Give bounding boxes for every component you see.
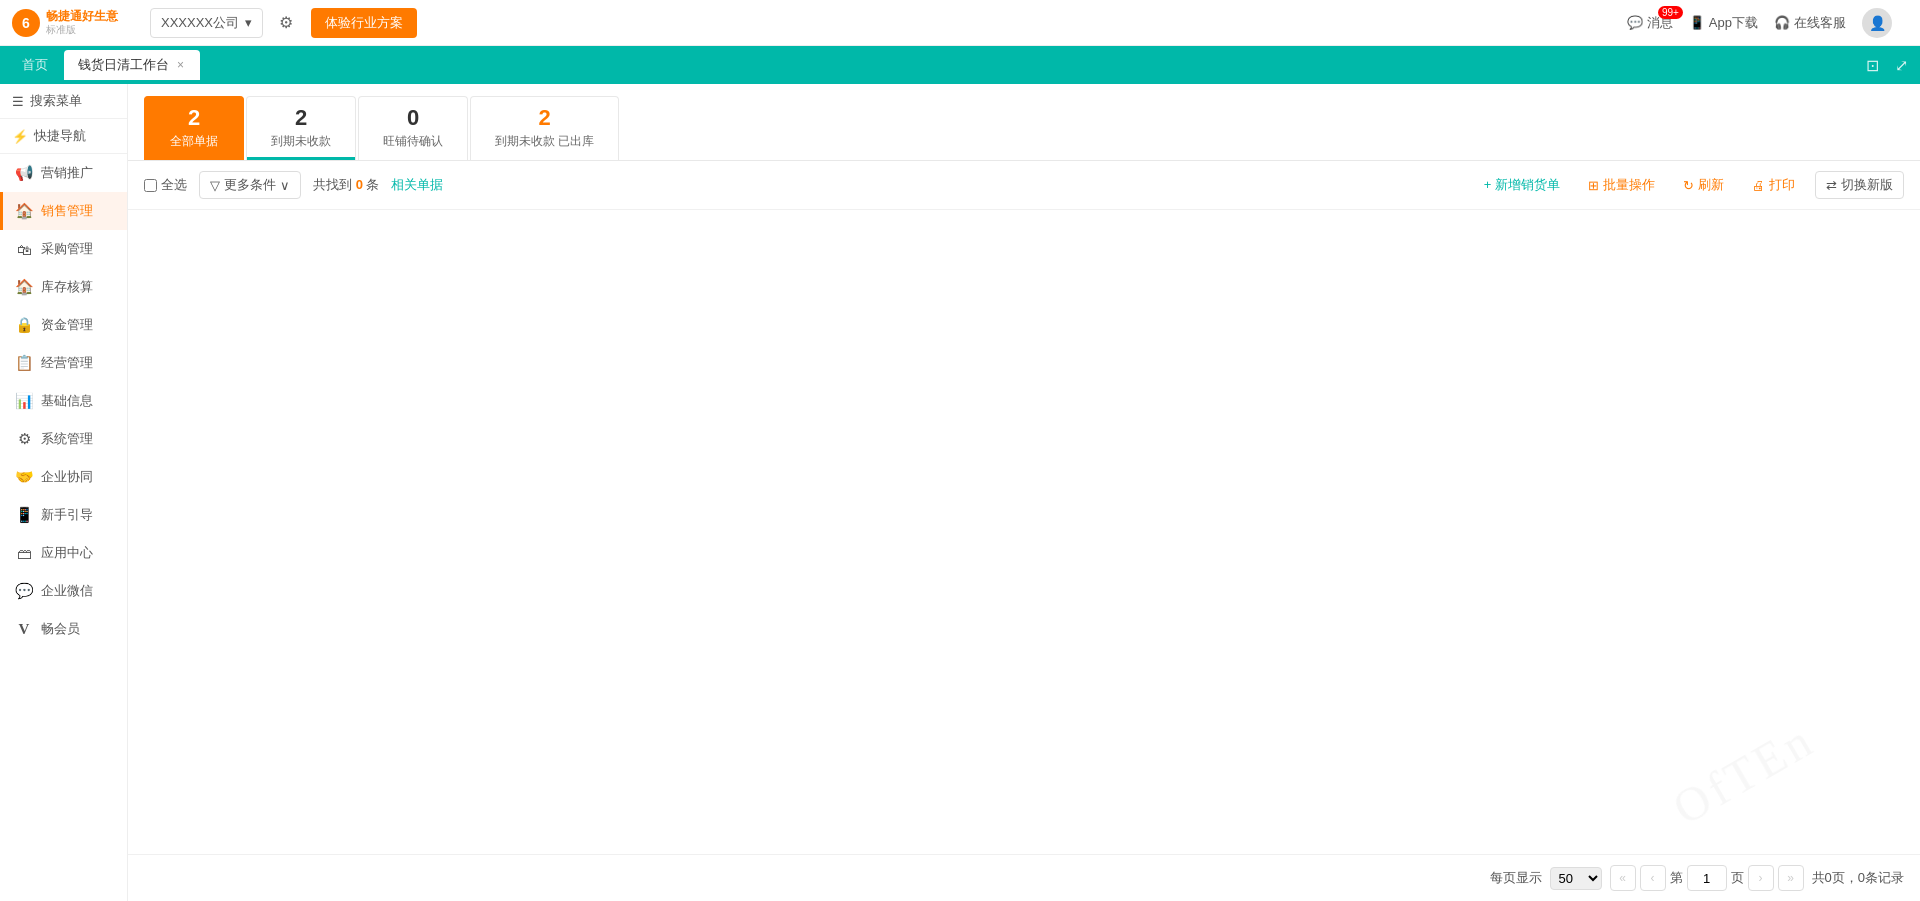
card-tab-all[interactable]: 2 全部单据 [144, 96, 244, 160]
sidebar-item-basic[interactable]: 📊 基础信息 [0, 382, 127, 420]
tab-home[interactable]: 首页 [8, 50, 62, 80]
finance-icon: 🔒 [15, 316, 33, 334]
top-header: 6 畅捷通好生意 标准版 XXXXXX公司 ▾ ⚙ 体验行业方案 💬 消息 99… [0, 0, 1920, 46]
card-tab-wangpu[interactable]: 0 旺铺待确认 [358, 96, 468, 160]
sidebar-item-purchase[interactable]: 🛍 采购管理 [0, 230, 127, 268]
card-tab-overdue[interactable]: 2 到期未收款 [246, 96, 356, 160]
per-page-select[interactable]: 10 20 50 100 [1550, 867, 1602, 890]
sidebar-item-apps[interactable]: 🗃 应用中心 [0, 534, 127, 572]
page-input[interactable] [1687, 865, 1727, 891]
last-page-button[interactable]: » [1778, 865, 1804, 891]
logo-icon: 6 [12, 9, 40, 37]
card-tabs: 2 全部单据 2 到期未收款 0 旺铺待确认 2 到期未收款 已出库 [128, 84, 1920, 161]
switch-new-version-button[interactable]: ⇄ 切换新版 [1815, 171, 1904, 199]
tab-bar: 首页 钱货日清工作台 × ⊡ ⤢ [0, 46, 1920, 84]
pagination: 每页显示 10 20 50 100 « ‹ 第 页 › » 共0页，0条记录 [128, 854, 1920, 901]
sales-icon: 🏠 [15, 202, 33, 220]
batch-icon: ⊞ [1588, 178, 1599, 193]
apps-icon: 🗃 [15, 544, 33, 562]
related-bills-link[interactable]: 相关单据 [391, 176, 443, 194]
sidebar-item-operation[interactable]: 📋 经营管理 [0, 344, 127, 382]
dropdown-icon: ∨ [280, 178, 290, 193]
content-area: 2 全部单据 2 到期未收款 0 旺铺待确认 2 到期未收款 已出库 全选 [128, 84, 1920, 901]
toolbar-right: + 新增销货单 ⊞ 批量操作 ↻ 刷新 🖨 打印 ⇄ 切换新版 [1476, 171, 1904, 199]
basic-icon: 📊 [15, 392, 33, 410]
inventory-icon: 🏠 [15, 278, 33, 296]
print-button[interactable]: 🖨 打印 [1744, 172, 1803, 198]
print-icon: 🖨 [1752, 178, 1765, 193]
online-service-button[interactable]: 🎧 在线客服 [1774, 14, 1846, 32]
sidebar-item-system[interactable]: ⚙ 系统管理 [0, 420, 127, 458]
message-badge: 99+ [1658, 6, 1683, 19]
switch-icon: ⇄ [1826, 178, 1837, 193]
filter-icon: ▽ [210, 178, 220, 193]
first-page-button[interactable]: « [1610, 865, 1636, 891]
avatar[interactable]: 👤 [1862, 8, 1892, 38]
new-sales-order-button[interactable]: + 新增销货单 [1476, 172, 1568, 198]
sidebar-quick-nav[interactable]: ⚡ 快捷导航 [0, 119, 127, 154]
user-icon: 👤 [1869, 15, 1886, 31]
sidebar-item-wechat[interactable]: 💬 企业微信 [0, 572, 127, 610]
wechat-icon: 💬 [15, 582, 33, 600]
tab-close-workbench[interactable]: × [175, 58, 186, 72]
logo-title: 畅捷通好生意 [46, 9, 118, 23]
found-count: 0 [356, 177, 363, 192]
message-icon: 💬 [1627, 15, 1643, 30]
purchase-icon: 🛍 [15, 240, 33, 258]
search-icon: ☰ [12, 94, 24, 109]
logo-area: 6 畅捷通好生意 标准版 [12, 9, 140, 37]
tab-restore-button[interactable]: ⊡ [1862, 56, 1883, 75]
sidebar-item-guide[interactable]: 📱 新手引导 [0, 496, 127, 534]
page-nav: « ‹ 第 页 › » [1610, 865, 1804, 891]
prev-page-button[interactable]: ‹ [1640, 865, 1666, 891]
refresh-icon: ↻ [1683, 178, 1694, 193]
card-tab-shipped[interactable]: 2 到期未收款 已出库 [470, 96, 619, 160]
chevron-down-icon: ▾ [245, 15, 252, 30]
trial-button[interactable]: 体验行业方案 [311, 8, 417, 38]
logo-subtitle: 标准版 [46, 24, 118, 36]
sidebar: ☰ 搜索菜单 ⚡ 快捷导航 📢 营销推广 🏠 销售管理 🛍 采购管理 🏠 库存核… [0, 84, 128, 901]
select-all-checkbox[interactable]: 全选 [144, 176, 187, 194]
guide-icon: 📱 [15, 506, 33, 524]
table-area [128, 210, 1920, 854]
download-icon: 📱 [1689, 15, 1705, 30]
tab-workbench[interactable]: 钱货日清工作台 × [64, 50, 200, 80]
operation-icon: 📋 [15, 354, 33, 372]
sidebar-search-menu[interactable]: ☰ 搜索菜单 [0, 84, 127, 119]
company-selector[interactable]: XXXXXX公司 ▾ [150, 8, 263, 38]
sidebar-item-sales[interactable]: 🏠 销售管理 [0, 192, 127, 230]
refresh-button[interactable]: ↻ 刷新 [1675, 172, 1732, 198]
sidebar-item-inventory[interactable]: 🏠 库存核算 [0, 268, 127, 306]
app-download-button[interactable]: 📱 App下载 [1689, 14, 1758, 32]
header-right: 💬 消息 99+ 📱 App下载 🎧 在线客服 👤 [1627, 8, 1908, 38]
sidebar-item-marketing[interactable]: 📢 营销推广 [0, 154, 127, 192]
tab-bar-actions: ⊡ ⤢ [1862, 56, 1912, 75]
sidebar-item-cooperation[interactable]: 🤝 企业协同 [0, 458, 127, 496]
cooperation-icon: 🤝 [15, 468, 33, 486]
system-icon: ⚙ [15, 430, 33, 448]
service-icon: 🎧 [1774, 15, 1790, 30]
toolbar: 全选 ▽ 更多条件 ∨ 共找到 0 条 相关单据 + 新增销货单 ⊞ 批量操作 [128, 161, 1920, 210]
main-layout: ☰ 搜索菜单 ⚡ 快捷导航 📢 营销推广 🏠 销售管理 🛍 采购管理 🏠 库存核… [0, 84, 1920, 901]
marketing-icon: 📢 [15, 164, 33, 182]
tab-expand-button[interactable]: ⤢ [1891, 56, 1912, 75]
found-text: 共找到 0 条 [313, 176, 379, 194]
sidebar-item-member[interactable]: V 畅会员 [0, 610, 127, 648]
settings-button[interactable]: ⚙ [271, 8, 301, 38]
next-page-button[interactable]: › [1748, 865, 1774, 891]
message-button[interactable]: 💬 消息 99+ [1627, 14, 1673, 32]
member-icon: V [15, 620, 33, 638]
sidebar-item-finance[interactable]: 🔒 资金管理 [0, 306, 127, 344]
more-filter-button[interactable]: ▽ 更多条件 ∨ [199, 171, 301, 199]
quick-nav-icon: ⚡ [12, 129, 28, 144]
total-info: 共0页，0条记录 [1812, 869, 1904, 887]
batch-operation-button[interactable]: ⊞ 批量操作 [1580, 172, 1663, 198]
